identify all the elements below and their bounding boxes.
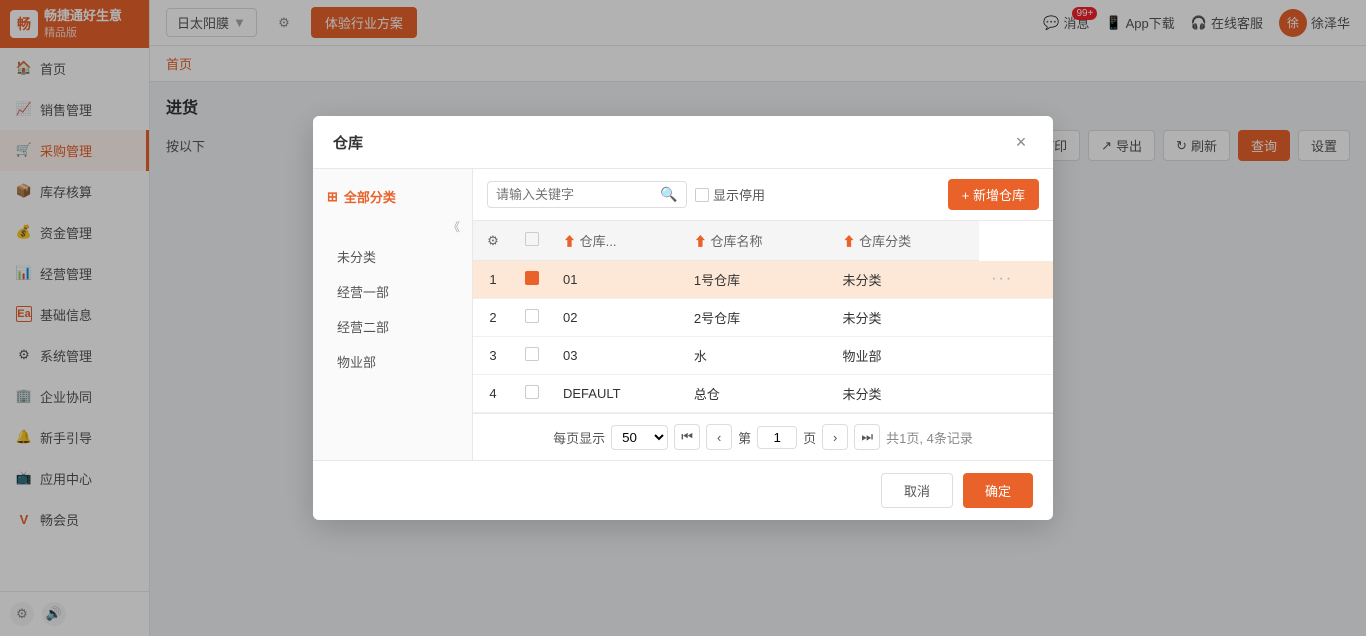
category-item-ops1[interactable]: 经营一部 [313,274,472,309]
modal-close-button[interactable]: × [1009,130,1033,154]
row-gear-cell: 3 [473,337,513,375]
table-row[interactable]: 1 01 1号仓库 未分类 ··· [473,261,1053,299]
add-warehouse-button[interactable]: + 新增仓库 [948,179,1039,210]
grid-icon: ⊞ [327,189,338,205]
table-row[interactable]: 4 DEFAULT 总仓 未分类 [473,375,1053,413]
per-page-label: 每页显示 [553,428,605,447]
row-checkbox[interactable] [525,271,539,285]
warehouse-table: ⚙ ⬆ 仓库... ⬆ [473,221,1053,413]
row-name-cell: 1号仓库 [682,261,831,299]
row-gear-cell: 2 [473,299,513,337]
search-box: 🔍 [487,181,687,208]
sort-icon: ⬆ [563,234,576,249]
cancel-button[interactable]: 取消 [881,473,953,508]
row-checkbox[interactable] [525,347,539,361]
row-category-cell: 未分类 [831,261,980,299]
prev-page-button[interactable]: ‹ [706,424,732,450]
page-unit: 页 [803,428,816,447]
row-gear-cell: 1 [473,261,513,299]
row-code-cell: 01 [551,261,682,299]
confirm-button[interactable]: 确定 [963,473,1033,508]
row-name-cell: 2号仓库 [682,299,831,337]
row-checkbox[interactable] [525,309,539,323]
per-page-select[interactable]: 102050100 [611,425,668,450]
row-gear-cell: 4 [473,375,513,413]
row-code-cell: 02 [551,299,682,337]
col-name: ⬆ 仓库名称 [682,221,831,261]
all-categories-label: 全部分类 [344,187,396,206]
row-category-cell: 未分类 [831,375,980,413]
show-disabled-checkbox[interactable] [695,188,709,202]
search-input[interactable] [496,187,656,202]
col-check [513,221,551,261]
row-check-cell[interactable] [513,337,551,375]
last-page-button[interactable]: ⏭ [854,424,880,450]
row-more-cell[interactable]: ··· [979,261,1053,299]
category-item-ops2[interactable]: 经营二部 [313,309,472,344]
pagination: 每页显示 102050100 ⏮ ‹ 第 页 › ⏭ 共1页, 4条记录 [473,413,1053,460]
page-number-input[interactable] [757,426,797,449]
col-code: ⬆ 仓库... [551,221,682,261]
row-check-cell[interactable] [513,299,551,337]
row-check-cell[interactable] [513,261,551,299]
category-sidebar: ⊞ 全部分类 《 未分类 经营一部 经营二部 物业部 [313,169,473,460]
table-gear-icon[interactable]: ⚙ [487,233,499,248]
page-total: 共1页, 4条记录 [886,428,973,447]
collapse-icon[interactable]: 《 [444,214,464,239]
next-page-button[interactable]: › [822,424,848,450]
select-all-checkbox[interactable] [525,232,539,246]
table-area: 🔍 显示停用 + 新增仓库 ⚙ [473,169,1053,460]
sort-cat-icon: ⬆ [843,234,856,249]
row-code-cell: 03 [551,337,682,375]
modal-overlay: 仓库 × ⊞ 全部分类 《 未分类 经营一部 [0,0,1366,636]
category-item-unclassified[interactable]: 未分类 [313,239,472,274]
modal-title: 仓库 [333,132,363,153]
all-categories-item[interactable]: ⊞ 全部分类 [313,179,472,214]
category-item-property[interactable]: 物业部 [313,344,472,379]
table-toolbar: 🔍 显示停用 + 新增仓库 [473,169,1053,221]
page-label: 第 [738,428,751,447]
show-disabled-label: 显示停用 [713,185,765,204]
first-page-button[interactable]: ⏮ [674,424,700,450]
row-more-icon[interactable]: ··· [991,270,1013,287]
col-gear: ⚙ [473,221,513,261]
modal-footer: 取消 确定 [313,460,1053,520]
row-checkbox[interactable] [525,385,539,399]
sort-name-icon: ⬆ [694,234,707,249]
search-icon[interactable]: 🔍 [660,186,677,203]
warehouse-table-wrap: ⚙ ⬆ 仓库... ⬆ [473,221,1053,413]
modal-body: ⊞ 全部分类 《 未分类 经营一部 经营二部 物业部 [313,169,1053,460]
table-row[interactable]: 3 03 水 物业部 [473,337,1053,375]
table-row[interactable]: 2 02 2号仓库 未分类 [473,299,1053,337]
row-check-cell[interactable] [513,375,551,413]
row-name-cell: 总仓 [682,375,831,413]
row-code-cell: DEFAULT [551,375,682,413]
row-category-cell: 物业部 [831,337,980,375]
col-category: ⬆ 仓库分类 [831,221,980,261]
modal-header: 仓库 × [313,116,1053,169]
warehouse-modal: 仓库 × ⊞ 全部分类 《 未分类 经营一部 [313,116,1053,520]
row-name-cell: 水 [682,337,831,375]
row-category-cell: 未分类 [831,299,980,337]
show-disabled-toggle[interactable]: 显示停用 [695,185,765,204]
